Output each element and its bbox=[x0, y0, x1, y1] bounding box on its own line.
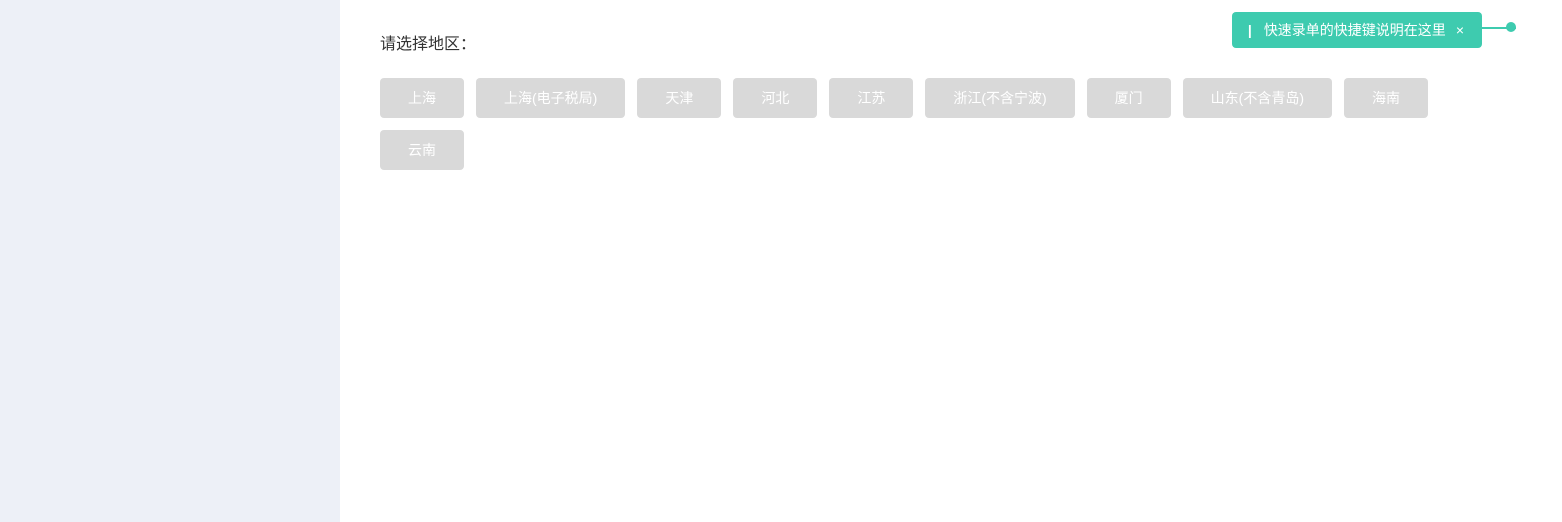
region-button-zhejiang[interactable]: 浙江(不含宁波) bbox=[925, 78, 1074, 118]
region-button-yunnan[interactable]: 云南 bbox=[380, 130, 464, 170]
tooltip-dot bbox=[1506, 22, 1516, 32]
sidebar bbox=[0, 0, 340, 522]
tooltip-text: 快速录单的快捷键说明在这里 bbox=[1264, 20, 1446, 40]
main-content: 请选择地区： 上海上海(电子税局)天津河北江苏浙江(不含宁波)厦门山东(不含青岛… bbox=[340, 0, 1562, 522]
region-button-shanghai-etax[interactable]: 上海(电子税局) bbox=[476, 78, 625, 118]
region-button-xiamen[interactable]: 厦门 bbox=[1087, 78, 1171, 118]
tooltip-banner: 快速录单的快捷键说明在这里 × bbox=[1232, 12, 1482, 48]
region-button-hebei[interactable]: 河北 bbox=[733, 78, 817, 118]
region-buttons-container: 上海上海(电子税局) 天津河北江苏浙江(不含宁波) 厦门山东(不含青岛) 海南云南 bbox=[380, 78, 1522, 170]
region-button-shandong[interactable]: 山东(不含青岛) bbox=[1183, 78, 1332, 118]
region-button-tianjin[interactable]: 天津 bbox=[637, 78, 721, 118]
tooltip-close-button[interactable]: × bbox=[1454, 23, 1466, 37]
region-button-hainan[interactable]: 海南 bbox=[1344, 78, 1428, 118]
region-button-shanghai[interactable]: 上海 bbox=[380, 78, 464, 118]
region-button-jiangsu[interactable]: 江苏 bbox=[829, 78, 913, 118]
